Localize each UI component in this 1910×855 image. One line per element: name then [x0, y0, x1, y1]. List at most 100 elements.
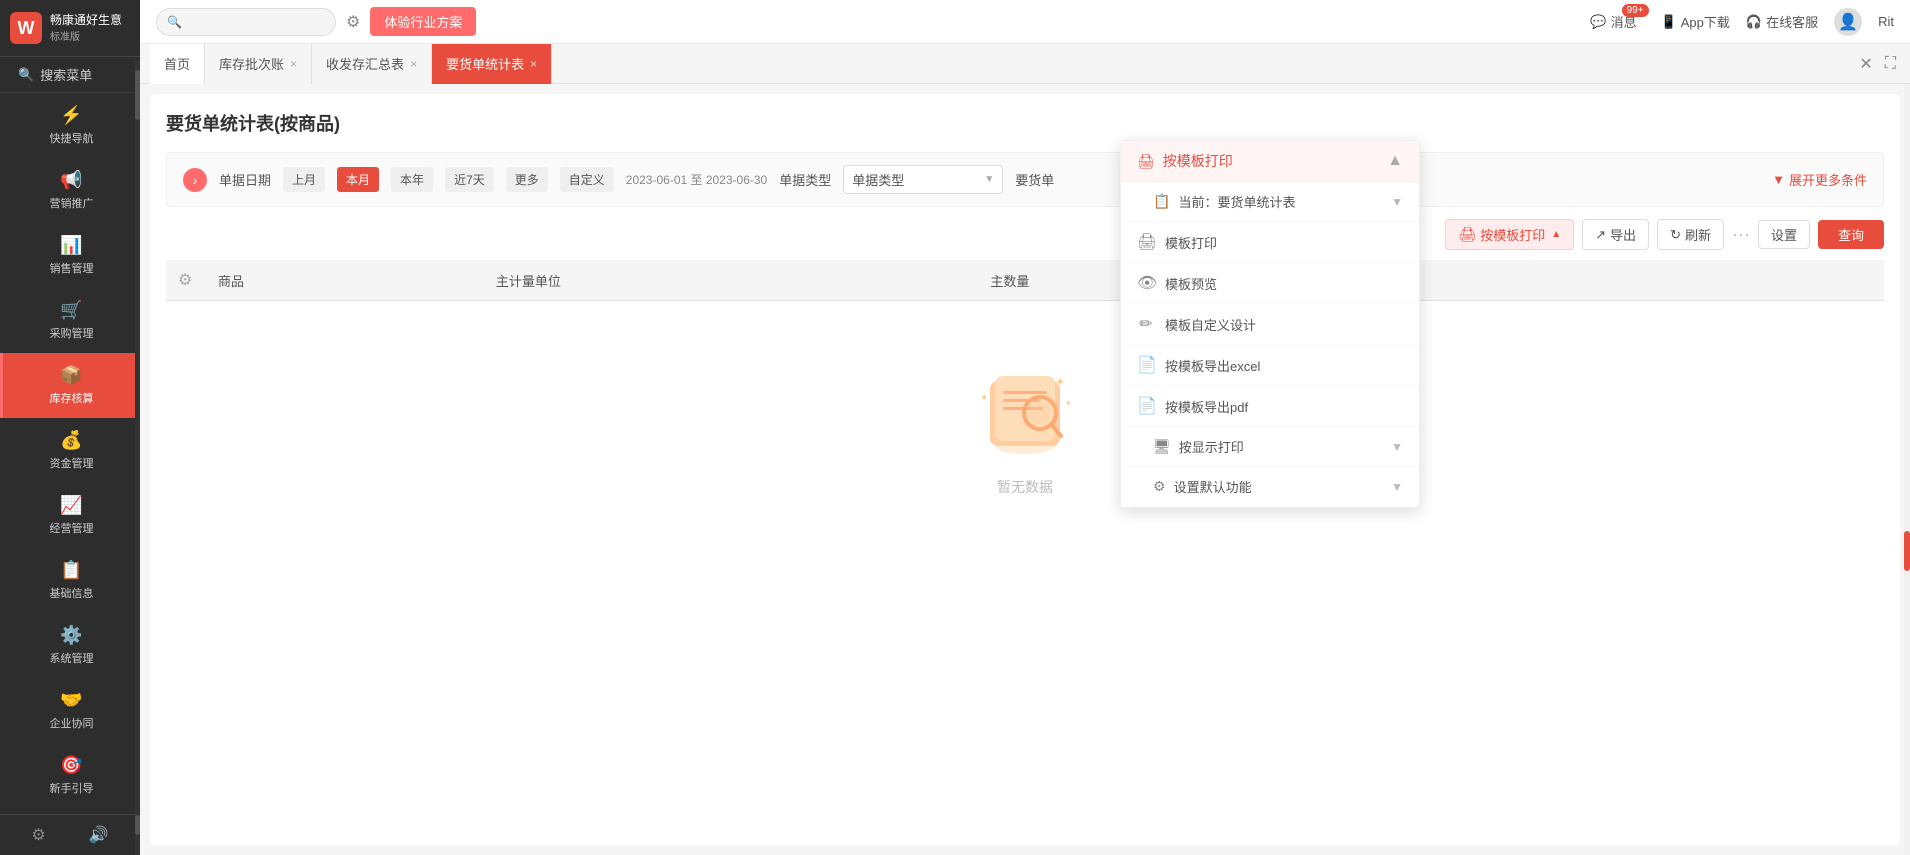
avatar-icon: 👤 [1838, 12, 1858, 32]
display-print-icon: 🖥 [1153, 438, 1171, 455]
date-label: 单据日期 [219, 170, 271, 189]
refresh-icon: ↻ [1670, 227, 1681, 243]
order-type-arrow-icon: ▼ [984, 174, 994, 185]
right-scrollbar[interactable] [1904, 44, 1910, 855]
sidebar-sound-icon[interactable]: 🔊 [89, 825, 109, 845]
app-logo: W 畅康通好生意 标准版 [0, 0, 140, 57]
dropdown-display-print[interactable]: 🖥 按显示打印 ▼ [1121, 427, 1419, 467]
template-preview-icon: 👁 [1137, 273, 1155, 293]
date-range-display: 2023-06-01 至 2023-06-30 [626, 171, 767, 188]
service-icon: 🎧 [1746, 14, 1762, 30]
date-btn-custom[interactable]: 自定义 [560, 167, 614, 192]
export-btn[interactable]: ↗ 导出 [1582, 219, 1649, 250]
tab-maximize-icon[interactable]: ⛶ [1881, 51, 1900, 77]
more-options-icon[interactable]: ··· [1732, 224, 1750, 245]
search-menu-item[interactable]: 🔍 搜索菜单 [0, 57, 140, 93]
message-icon: 💬 [1590, 14, 1606, 30]
export-icon: ↗ [1595, 227, 1606, 243]
order-goods-label: 要货单 [1015, 170, 1054, 189]
toolbar: 🖨 按模板打印 ▲ ↗ 导出 ↻ 刷新 ··· 设置 查询 [166, 219, 1884, 250]
tab-order-stats[interactable]: 要货单统计表 × [432, 44, 552, 84]
query-btn[interactable]: 查询 [1818, 220, 1884, 249]
tab-close-all-icon[interactable]: ✕ [1855, 50, 1876, 78]
settings-btn[interactable]: 设置 [1758, 220, 1810, 249]
sidebar-item-collab[interactable]: 🤝 企业协同 [0, 678, 140, 743]
date-btn-7days[interactable]: 近7天 [445, 167, 494, 192]
sidebar-item-marketing[interactable]: 📢 营销推广 [0, 158, 140, 223]
settings-gear-icon[interactable]: ⚙ [346, 12, 360, 32]
dropdown-set-default[interactable]: ⚙ 设置默认功能 ▼ [1121, 467, 1419, 507]
date-btn-this-year[interactable]: 本年 [391, 167, 433, 192]
col-extra [1751, 260, 1884, 301]
sidebar-settings-icon[interactable]: ⚙ [31, 825, 45, 845]
date-btn-this-month[interactable]: 本月 [337, 167, 379, 192]
display-print-arrow-icon: ▼ [1391, 440, 1403, 454]
dropdown-item-export-pdf[interactable]: 📄 按模板导出pdf [1121, 386, 1419, 427]
template-print-icon: 🖨 [1137, 232, 1155, 252]
filter-row: › 单据日期 上月 本月 本年 近7天 更多 自定义 2023-06-01 至 … [183, 165, 1867, 194]
expand-more-btn[interactable]: ▼ 展开更多条件 [1772, 170, 1867, 189]
date-btn-last-month[interactable]: 上月 [283, 167, 325, 192]
trial-button[interactable]: 体验行业方案 [370, 7, 476, 36]
collab-icon: 🤝 [60, 690, 82, 711]
date-btn-more[interactable]: 更多 [506, 167, 548, 192]
tab-inventory-batch[interactable]: 库存批次账 × [205, 44, 312, 84]
expand-icon: ▼ [1772, 172, 1785, 187]
print-icon: 🖨 [1458, 226, 1476, 243]
tab-bar: 首页 库存批次账 × 收发存汇总表 × 要货单统计表 × ✕ ⛶ [140, 44, 1910, 84]
dropdown-current-template[interactable]: 📋 当前：要货单统计表 ▼ [1121, 182, 1419, 222]
tab-receipt-summary[interactable]: 收发存汇总表 × [312, 44, 432, 84]
avatar[interactable]: 👤 [1834, 8, 1862, 36]
app-download-icon: 📱 [1661, 14, 1677, 30]
content-area: 要货单统计表(按商品) › 单据日期 上月 本月 本年 近7天 更多 自定义 2… [150, 94, 1900, 845]
svg-text:✦: ✦ [980, 393, 988, 404]
app-download-btn[interactable]: 📱 App下载 [1661, 12, 1730, 31]
sidebar: W 畅康通好生意 标准版 🔍 搜索菜单 ⚡ 快捷导航 📢 营销推广 📊 销售管理… [0, 0, 140, 855]
refresh-btn[interactable]: ↻ 刷新 [1657, 219, 1724, 250]
dropdown-close-btn[interactable]: ▲ [1387, 152, 1403, 170]
marketing-icon: 📢 [60, 170, 82, 191]
sidebar-item-inventory[interactable]: 📦 库存核算 [0, 353, 140, 418]
filter-toggle-btn[interactable]: › [183, 168, 207, 192]
sidebar-item-system[interactable]: ⚙️ 系统管理 [0, 613, 140, 678]
dropdown-item-export-excel[interactable]: 📄 按模板导出excel [1121, 345, 1419, 386]
sidebar-item-operations[interactable]: 📈 经营管理 [0, 483, 140, 548]
empty-text: 暂无数据 [997, 477, 1053, 497]
tab-close-inventory-batch[interactable]: × [290, 57, 297, 71]
set-default-arrow-icon: ▼ [1391, 480, 1403, 494]
search-icon: 🔍 [18, 67, 34, 83]
order-type-select[interactable]: 单据类型 ▼ [843, 165, 1003, 194]
page-title: 要货单统计表(按商品) [166, 110, 1884, 136]
tab-home[interactable]: 首页 [150, 44, 205, 84]
header-search[interactable]: 🔍 [156, 8, 336, 36]
dropdown-item-template-preview[interactable]: 👁 模板预览 [1121, 263, 1419, 304]
operations-icon: 📈 [60, 495, 82, 516]
export-pdf-icon: 📄 [1137, 396, 1155, 416]
current-template-icon: 📋 [1153, 193, 1170, 210]
table-header-row: ⚙ 商品 主计量单位 主数量 零售金额 [166, 260, 1884, 301]
header: 🔍 ⚙ 体验行业方案 💬 消息 99+ 📱 App下载 🎧 在线客服 👤 Rit [140, 0, 1910, 44]
right-scrollbar-thumb [1904, 531, 1910, 571]
sidebar-item-quick-nav[interactable]: ⚡ 快捷导航 [0, 93, 140, 158]
logo-text: 畅康通好生意 标准版 [50, 13, 122, 44]
header-left: 🔍 ⚙ 体验行业方案 [156, 7, 476, 36]
sidebar-item-guide[interactable]: 🎯 新手引导 [0, 743, 140, 808]
dropdown-item-template-design[interactable]: ✏ 模板自定义设计 [1121, 304, 1419, 345]
main-content: 要货单统计表(按商品) › 单据日期 上月 本月 本年 近7天 更多 自定义 2… [140, 84, 1910, 855]
messages-btn[interactable]: 💬 消息 99+ [1590, 12, 1636, 31]
sales-icon: 📊 [60, 235, 82, 256]
empty-icon: ✦ ✦ ✦ [965, 361, 1085, 461]
sidebar-item-finance[interactable]: 💰 资金管理 [0, 418, 140, 483]
sidebar-item-basic[interactable]: 📋 基础信息 [0, 548, 140, 613]
table-settings-icon[interactable]: ⚙ [178, 272, 192, 289]
col-unit: 主计量单位 [484, 260, 978, 301]
sidebar-footer: ⚙ 🔊 [0, 814, 140, 855]
print-template-btn[interactable]: 🖨 按模板打印 ▲ [1445, 219, 1574, 250]
dropdown-item-template-print[interactable]: 🖨 模板打印 [1121, 222, 1419, 263]
sidebar-item-purchase[interactable]: 🛒 采购管理 [0, 288, 140, 353]
tab-close-receipt-summary[interactable]: × [410, 57, 417, 71]
tab-close-order-stats[interactable]: × [530, 57, 537, 71]
sidebar-item-sales[interactable]: 📊 销售管理 [0, 223, 140, 288]
online-service-btn[interactable]: 🎧 在线客服 [1746, 12, 1818, 31]
sidebar-menu: ⚡ 快捷导航 📢 营销推广 📊 销售管理 🛒 采购管理 📦 库存核算 💰 资金管… [0, 93, 140, 814]
